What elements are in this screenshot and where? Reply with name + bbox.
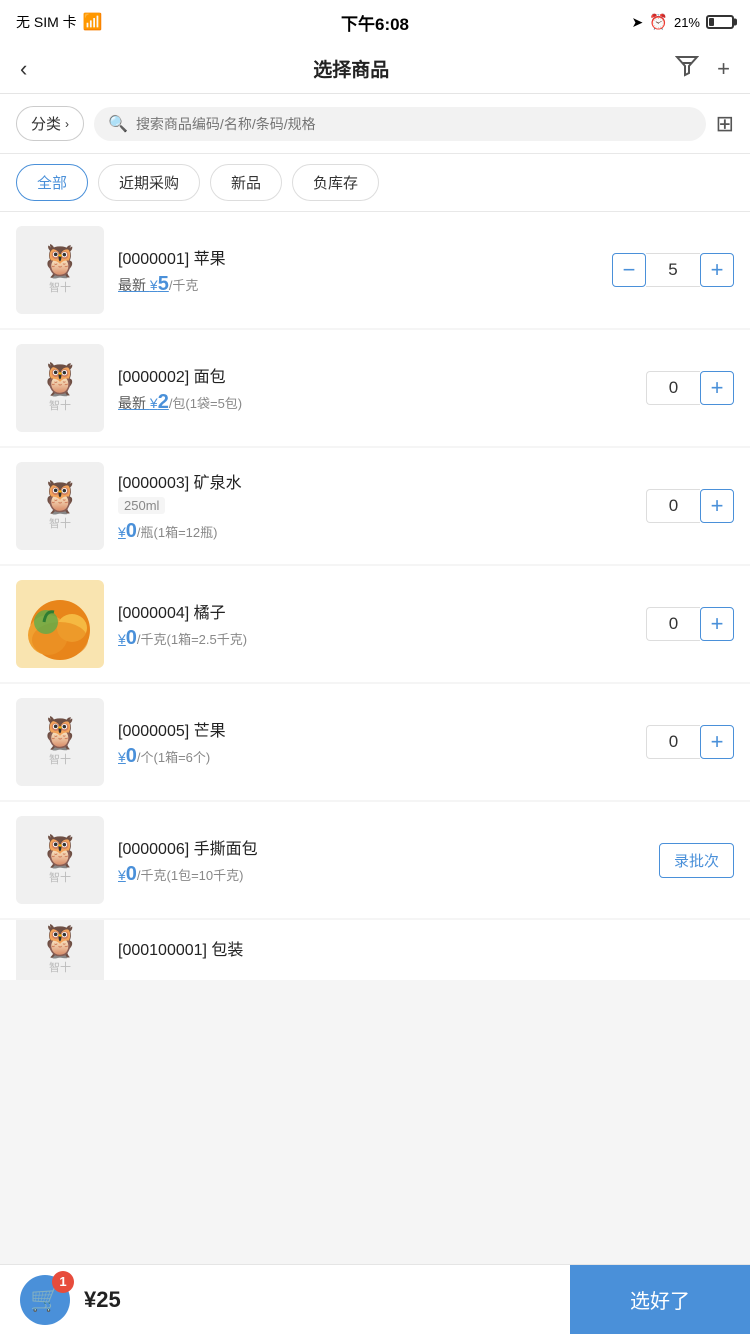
product-info: [0000004] 橘子 ¥0/千克(1箱=2.5千克) [118, 599, 632, 650]
product-price: ¥0/个(1箱=6个) [118, 745, 632, 768]
product-price: 最新 ¥2/包(1袋=5包) [118, 391, 632, 414]
search-icon: 🔍 [108, 114, 128, 134]
quantity-plus-button[interactable]: + [700, 725, 734, 759]
product-image: 🦉 智十 [16, 344, 104, 432]
owl-icon: 🦉 [40, 245, 80, 277]
quantity-minus-button[interactable]: − [612, 253, 646, 287]
location-icon: ➤ [632, 14, 644, 31]
category-label: 分类 [31, 113, 61, 134]
product-name: [0000006] 手撕面包 [118, 835, 645, 859]
category-button[interactable]: 分类 › [16, 106, 84, 141]
product-name: [000100001] 包装 [118, 936, 734, 960]
status-left: 无 SIM 卡 📶 [16, 12, 103, 32]
quantity-input[interactable] [646, 253, 700, 287]
product-name: [0000002] 面包 [118, 363, 632, 387]
quantity-input[interactable] [646, 489, 700, 523]
list-item: 🦉 智十 [0000002] 面包 最新 ¥2/包(1袋=5包) + [0, 330, 750, 446]
back-button[interactable]: ‹ [20, 56, 27, 82]
owl-icon: 🦉 [40, 925, 80, 957]
record-batch-button[interactable]: 录批次 [659, 843, 734, 878]
product-price: ¥0/瓶(1箱=12瓶) [118, 520, 632, 543]
list-item: 🦉 智十 [0000005] 芒果 ¥0/个(1箱=6个) + [0, 684, 750, 800]
alarm-icon: ⏰ [649, 13, 668, 31]
quantity-input[interactable] [646, 725, 700, 759]
quantity-input[interactable] [646, 607, 700, 641]
quantity-control: + [646, 607, 734, 641]
owl-icon: 🦉 [40, 363, 80, 395]
product-name: [0000004] 橘子 [118, 599, 632, 623]
list-item: 🦉 智十 [0000003] 矿泉水 250ml ¥0/瓶(1箱=12瓶) + [0, 448, 750, 564]
add-button[interactable]: + [717, 56, 730, 82]
tab-recent[interactable]: 近期采购 [98, 164, 200, 201]
confirm-button[interactable]: 选好了 [570, 1265, 750, 1334]
filter-icon[interactable] [675, 55, 699, 83]
battery-icon [706, 15, 734, 29]
product-image: 🦉 智十 [16, 816, 104, 904]
carrier-text: 无 SIM 卡 [16, 12, 77, 32]
quantity-control: − + [612, 253, 734, 287]
product-info: [000100001] 包装 [118, 936, 734, 964]
status-time: 下午6:08 [341, 10, 409, 35]
status-right: ➤ ⏰ 21% [632, 13, 734, 31]
nav-actions: + [675, 55, 730, 83]
quantity-plus-button[interactable]: + [700, 253, 734, 287]
product-list: 🦉 智十 [0000001] 苹果 最新 ¥5/千克 − + 🦉 智十 [000… [0, 212, 750, 1062]
tab-negative[interactable]: 负库存 [292, 164, 379, 201]
search-bar: 🔍 [94, 107, 706, 141]
cart-area: 🛒 1 ¥25 [0, 1275, 141, 1325]
owl-icon: 🦉 [40, 835, 80, 867]
owl-icon: 🦉 [40, 481, 80, 513]
scan-icon[interactable]: ⊞ [716, 111, 734, 137]
filter-row: 分类 › 🔍 ⊞ [0, 94, 750, 154]
product-name: [0000003] 矿泉水 [118, 469, 632, 493]
product-info: [0000006] 手撕面包 ¥0/千克(1包=10千克) [118, 835, 645, 886]
category-chevron-icon: › [65, 117, 69, 131]
quantity-control: + [646, 371, 734, 405]
product-image: 🦉 智十 [16, 462, 104, 550]
product-info: [0000002] 面包 最新 ¥2/包(1袋=5包) [118, 363, 632, 414]
cart-total: ¥25 [84, 1287, 121, 1313]
list-item: 🦉 智十 [0000001] 苹果 最新 ¥5/千克 − + [0, 212, 750, 328]
bottom-bar: 🛒 1 ¥25 选好了 [0, 1264, 750, 1334]
tab-new[interactable]: 新品 [210, 164, 282, 201]
quantity-plus-button[interactable]: + [700, 371, 734, 405]
product-image: 🦉 智十 [16, 920, 104, 980]
quantity-plus-button[interactable]: + [700, 489, 734, 523]
product-price: ¥0/千克(1箱=2.5千克) [118, 627, 632, 650]
list-item: 🦉 智十 [000100001] 包装 [0, 920, 750, 980]
tabs-row: 全部 近期采购 新品 负库存 [0, 154, 750, 212]
cart-button[interactable]: 🛒 1 [20, 1275, 70, 1325]
product-info: [0000001] 苹果 最新 ¥5/千克 [118, 245, 598, 296]
wifi-icon: 📶 [83, 12, 103, 32]
battery-percent: 21% [674, 15, 700, 30]
product-name: [0000005] 芒果 [118, 717, 632, 741]
quantity-control: + [646, 725, 734, 759]
product-image [16, 580, 104, 668]
list-item: [0000004] 橘子 ¥0/千克(1箱=2.5千克) + [0, 566, 750, 682]
product-name: [0000001] 苹果 [118, 245, 598, 269]
search-input[interactable] [136, 116, 692, 132]
product-info: [0000003] 矿泉水 250ml ¥0/瓶(1箱=12瓶) [118, 469, 632, 543]
owl-icon: 🦉 [40, 717, 80, 749]
product-price: ¥0/千克(1包=10千克) [118, 863, 645, 886]
product-spec: 250ml [118, 497, 165, 514]
quantity-plus-button[interactable]: + [700, 607, 734, 641]
tab-all[interactable]: 全部 [16, 164, 88, 201]
product-info: [0000005] 芒果 ¥0/个(1箱=6个) [118, 717, 632, 768]
product-image: 🦉 智十 [16, 698, 104, 786]
quantity-control: + [646, 489, 734, 523]
nav-bar: ‹ 选择商品 + [0, 44, 750, 94]
product-price: 最新 ¥5/千克 [118, 273, 598, 296]
page-title: 选择商品 [313, 55, 389, 82]
list-item: 🦉 智十 [0000006] 手撕面包 ¥0/千克(1包=10千克) 录批次 [0, 802, 750, 918]
status-bar: 无 SIM 卡 📶 下午6:08 ➤ ⏰ 21% [0, 0, 750, 44]
quantity-input[interactable] [646, 371, 700, 405]
product-image: 🦉 智十 [16, 226, 104, 314]
cart-badge: 1 [52, 1271, 74, 1293]
